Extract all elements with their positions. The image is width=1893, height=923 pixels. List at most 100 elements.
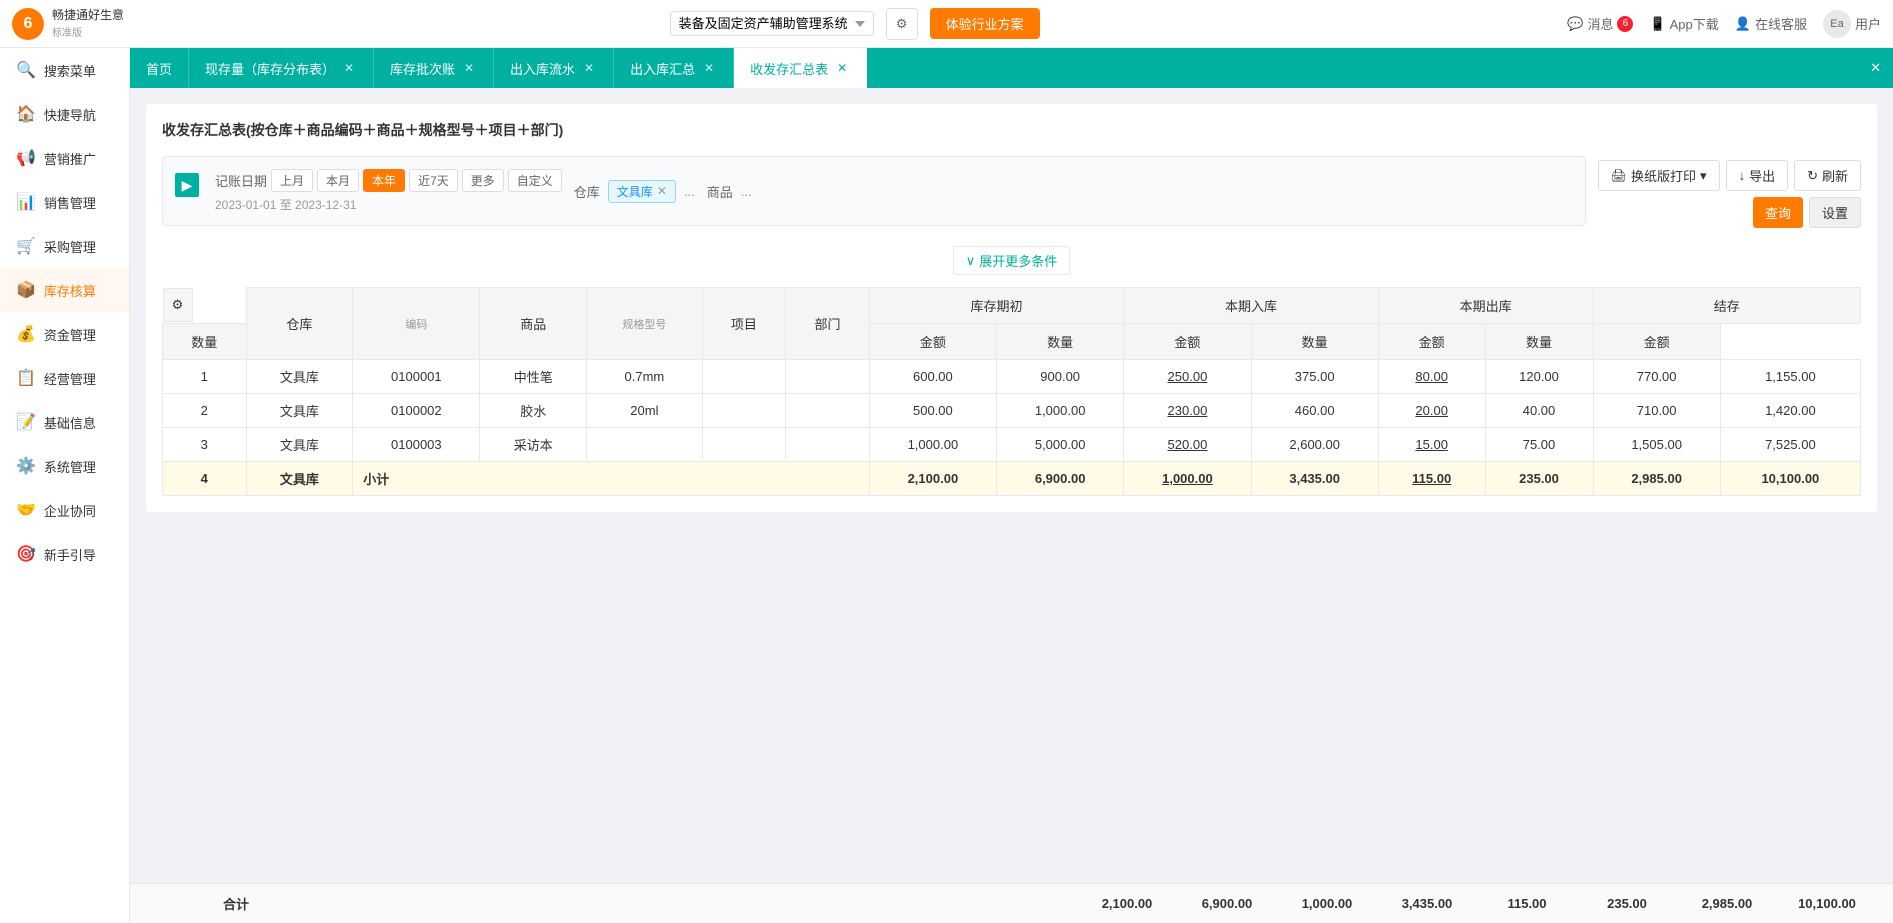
date-btn-this-month[interactable]: 本月: [317, 169, 359, 192]
row-project: [702, 360, 786, 394]
export-button[interactable]: ↓ 导出: [1726, 160, 1789, 191]
row-out-qty[interactable]: 15.00: [1378, 428, 1485, 462]
sidebar-item-finance[interactable]: 💰 资金管理: [0, 312, 129, 356]
date-btn-last-month[interactable]: 上月: [271, 169, 313, 192]
app-download-button[interactable]: 📱 App下载: [1649, 14, 1718, 33]
date-range: 2023-01-01 至 2023-12-31: [215, 196, 562, 213]
subtotal-row: 4 文具库 小计 2,100.00 6,900.00 1,000.00 3,43…: [163, 462, 1861, 496]
user-menu[interactable]: Ea 用户: [1823, 10, 1881, 38]
row-in-amt: 460.00: [1251, 394, 1378, 428]
date-filter: 记账日期 上月 本月 本年 近7天 更多 自定义 2023-01-01 至 20…: [215, 169, 562, 213]
sidebar-item-operations[interactable]: 📋 经营管理: [0, 356, 129, 400]
messages-button[interactable]: 💬 消息 6: [1567, 14, 1633, 33]
sidebar-item-sales[interactable]: 📊 销售管理: [0, 180, 129, 224]
footer-row: 合计 2,100.00 6,900.00 1,000.00 3,435.00 1…: [130, 883, 1893, 923]
warehouse-label: 仓库: [574, 182, 600, 201]
tab-close-inventory-distribution[interactable]: ✕: [341, 60, 357, 76]
tab-inventory-distribution[interactable]: 现存量（库存分布表） ✕: [189, 48, 374, 88]
warehouse-more[interactable]: ...: [684, 184, 695, 199]
row-out-qty[interactable]: 80.00: [1378, 360, 1485, 394]
row-project: [702, 394, 786, 428]
tab-close-inout-flow[interactable]: ✕: [581, 60, 597, 76]
logo-area: 6 畅捷通好生意 标准版: [12, 8, 142, 40]
subtotal-no: 4: [163, 462, 247, 496]
row-in-qty[interactable]: 520.00: [1124, 428, 1251, 462]
subtotal-close-qty: 2,985.00: [1593, 462, 1720, 496]
tab-close-stock-summary[interactable]: ✕: [834, 60, 850, 76]
filter-expand-button[interactable]: ▶: [175, 173, 199, 197]
row-goods: 胶水: [480, 394, 587, 428]
home-icon: 🏠: [16, 104, 36, 124]
row-spec: 0.7mm: [587, 360, 703, 394]
col-warehouse: 仓库: [246, 288, 353, 360]
date-btn-custom[interactable]: 自定义: [508, 169, 562, 192]
date-btn-7days[interactable]: 近7天: [409, 169, 458, 192]
footer-close-amt: 10,100.00: [1777, 896, 1877, 911]
date-btn-more[interactable]: 更多: [462, 169, 504, 192]
sidebar-item-purchase[interactable]: 🛒 采购管理: [0, 224, 129, 268]
row-close-amt: 7,525.00: [1720, 428, 1860, 462]
tab-close-batch-account[interactable]: ✕: [461, 60, 477, 76]
tab-bar-close[interactable]: ✕: [1858, 48, 1893, 88]
row-in-amt: 375.00: [1251, 360, 1378, 394]
footer-in-amt: 3,435.00: [1377, 896, 1477, 911]
tab-inout-summary[interactable]: 出入库汇总 ✕: [614, 48, 734, 88]
table-settings-icon[interactable]: ⚙: [163, 288, 193, 322]
subtotal-in-qty[interactable]: 1,000.00: [1124, 462, 1251, 496]
row-open-qty: 600.00: [869, 360, 996, 394]
sidebar-item-enterprise[interactable]: 🤝 企业协同: [0, 488, 129, 532]
footer-open-qty: 2,100.00: [1077, 896, 1177, 911]
tab-inout-flow[interactable]: 出入库流水 ✕: [494, 48, 614, 88]
row-close-qty: 710.00: [1593, 394, 1720, 428]
print-button[interactable]: 🖨 换纸版打印 ▾: [1598, 160, 1720, 191]
row-goods: 采访本: [480, 428, 587, 462]
system-select[interactable]: 装备及固定资产辅助管理系统: [670, 11, 874, 36]
purchase-icon: 🛒: [16, 236, 36, 256]
sidebar-item-marketing[interactable]: 📢 营销推广: [0, 136, 129, 180]
warehouse-tag[interactable]: 文具库 ✕: [608, 180, 676, 203]
goods-label: 商品: [707, 182, 733, 201]
row-in-qty[interactable]: 230.00: [1124, 394, 1251, 428]
row-in-qty[interactable]: 250.00: [1124, 360, 1251, 394]
sidebar-item-guide[interactable]: 🎯 新手引导: [0, 532, 129, 576]
col-group-in: 本期入库: [1124, 288, 1379, 324]
subtotal-in-amt: 3,435.00: [1251, 462, 1378, 496]
row-spec: [587, 428, 703, 462]
column-settings-button[interactable]: 设置: [1809, 197, 1861, 228]
message-icon: 💬: [1567, 16, 1583, 32]
row-code: 0100003: [353, 428, 480, 462]
row-out-qty[interactable]: 20.00: [1378, 394, 1485, 428]
date-btn-this-year[interactable]: 本年: [363, 169, 405, 192]
sidebar-item-quick-nav[interactable]: 🏠 快捷导航: [0, 92, 129, 136]
table-row: 3 文具库 0100003 采访本 1,000.00 5,000.00 520.…: [163, 428, 1861, 462]
refresh-icon: ↻: [1807, 168, 1818, 184]
expand-more-button[interactable]: ∨ 展开更多条件: [953, 246, 1071, 275]
tab-batch-account[interactable]: 库存批次账 ✕: [374, 48, 494, 88]
trial-button[interactable]: 体验行业方案: [930, 8, 1040, 39]
online-service-button[interactable]: 👤 在线客服: [1735, 14, 1807, 33]
sidebar-item-basic[interactable]: 📝 基础信息: [0, 400, 129, 444]
row-close-qty: 1,505.00: [1593, 428, 1720, 462]
sidebar-item-inventory[interactable]: 📦 库存核算: [0, 268, 129, 312]
inventory-icon: 📦: [16, 280, 36, 300]
refresh-button[interactable]: ↻ 刷新: [1794, 160, 1861, 191]
query-button[interactable]: 查询: [1753, 197, 1803, 228]
basic-icon: 📝: [16, 412, 36, 432]
settings-icon[interactable]: ⚙: [886, 8, 918, 40]
tab-home[interactable]: 首页: [130, 48, 189, 88]
marketing-icon: 📢: [16, 148, 36, 168]
header-center: 装备及固定资产辅助管理系统 ⚙ 体验行业方案: [142, 8, 1567, 40]
operations-icon: 📋: [16, 368, 36, 388]
row-close-amt: 1,420.00: [1720, 394, 1860, 428]
col-group-out: 本期出库: [1378, 288, 1593, 324]
sidebar-item-system[interactable]: ⚙️ 系统管理: [0, 444, 129, 488]
goods-more[interactable]: ...: [741, 184, 752, 199]
tab-stock-summary[interactable]: 收发存汇总表 ✕: [734, 48, 867, 88]
warehouse-tag-close[interactable]: ✕: [657, 184, 667, 198]
col-group-closing: 结存: [1593, 288, 1861, 324]
export-icon: ↓: [1739, 168, 1746, 183]
sidebar-item-search[interactable]: 🔍 搜索菜单: [0, 48, 129, 92]
subtotal-out-qty[interactable]: 115.00: [1378, 462, 1485, 496]
row-no: 1: [163, 360, 247, 394]
tab-close-inout-summary[interactable]: ✕: [701, 60, 717, 76]
